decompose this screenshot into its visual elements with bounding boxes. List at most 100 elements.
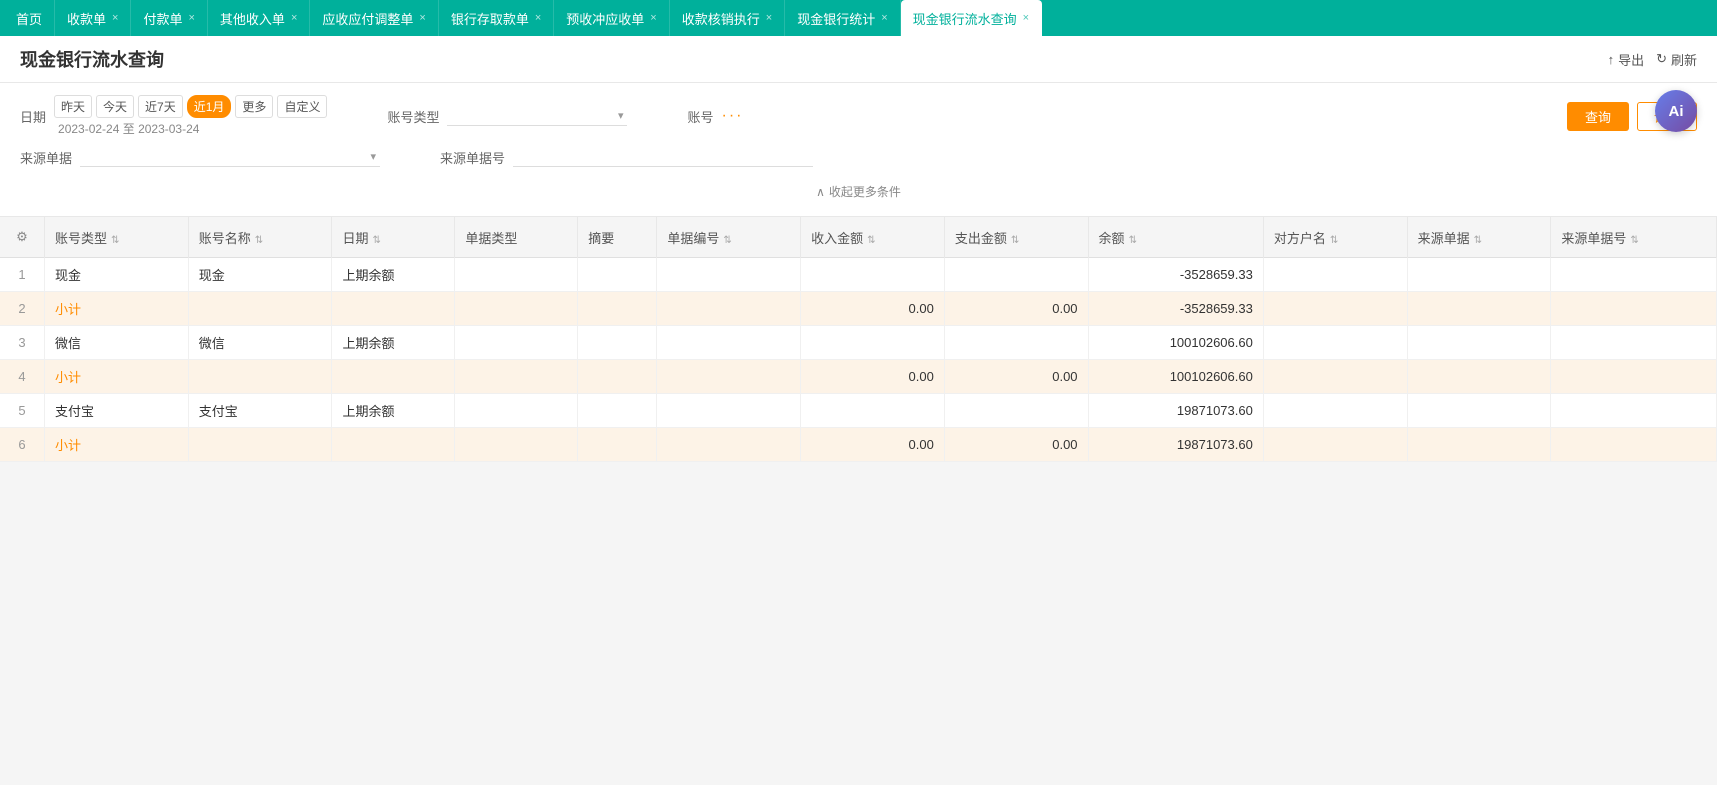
cell-doc-type bbox=[455, 428, 578, 462]
export-button[interactable]: ↑ 导出 bbox=[1608, 50, 1645, 69]
nav-adjustment[interactable]: 应收应付调整单 × bbox=[310, 0, 438, 36]
table-row: 3微信微信上期余额100102606.60 bbox=[0, 326, 1717, 360]
cell-account-name: 支付宝 bbox=[188, 394, 332, 428]
table-col-expense[interactable]: 支出金额⇅ bbox=[944, 217, 1088, 258]
cell-date: 上期余额 bbox=[332, 394, 455, 428]
collapse-bar[interactable]: ∧ 收起更多条件 bbox=[20, 177, 1697, 204]
nav-cash-stats[interactable]: 现金银行统计 × bbox=[785, 0, 900, 36]
cell-account-name bbox=[188, 428, 332, 462]
close-icon[interactable]: × bbox=[291, 12, 297, 24]
source-doc-num-filter-group: 来源单据号 bbox=[440, 147, 813, 167]
close-icon[interactable]: × bbox=[650, 12, 656, 24]
table-col-doc-no[interactable]: 单据编号⇅ bbox=[657, 217, 801, 258]
cell-doc-type bbox=[455, 292, 578, 326]
cell-source-doc bbox=[1407, 394, 1551, 428]
cell-income bbox=[801, 326, 945, 360]
source-doc-filter-group: 来源单据 ▾ bbox=[20, 147, 380, 167]
cell-source-doc bbox=[1407, 326, 1551, 360]
chevron-up-icon: ∧ bbox=[816, 185, 825, 199]
table-col-counterpart[interactable]: 对方户名⇅ bbox=[1263, 217, 1407, 258]
date-custom[interactable]: 自定义 bbox=[277, 95, 327, 118]
cell-source-doc-no bbox=[1551, 292, 1717, 326]
table-col-income[interactable]: 收入金额⇅ bbox=[801, 217, 945, 258]
table-col-account-name[interactable]: 账号名称⇅ bbox=[188, 217, 332, 258]
sort-icon: ⇅ bbox=[1011, 235, 1019, 246]
date-today[interactable]: 今天 bbox=[96, 95, 134, 118]
nav-receipt[interactable]: 收款单 × bbox=[55, 0, 131, 36]
cell-summary bbox=[578, 428, 657, 462]
table-row: 1现金现金上期余额-3528659.33 bbox=[0, 258, 1717, 292]
close-icon[interactable]: × bbox=[766, 12, 772, 24]
page-title: 现金银行流水查询 bbox=[20, 46, 164, 72]
cell-doc-type bbox=[455, 360, 578, 394]
cell-balance: 100102606.60 bbox=[1088, 326, 1263, 360]
page-header: 现金银行流水查询 ↑ 导出 ↻ 刷新 bbox=[0, 36, 1717, 83]
table-col-balance[interactable]: 余额⇅ bbox=[1088, 217, 1263, 258]
cell-balance: 19871073.60 bbox=[1088, 428, 1263, 462]
account-type-select[interactable]: 现金 微信 支付宝 bbox=[447, 106, 627, 125]
nav-bank-deposit[interactable]: 银行存取款单 × bbox=[439, 0, 554, 36]
close-icon[interactable]: × bbox=[881, 12, 887, 24]
cell-source-doc bbox=[1407, 360, 1551, 394]
cell-summary bbox=[578, 394, 657, 428]
filter-row-1: 日期 昨天 今天 近7天 近1月 更多 自定义 2023-02-24 至 202… bbox=[20, 95, 1697, 137]
account-type-select-wrapper[interactable]: 现金 微信 支付宝 ▾ bbox=[447, 106, 627, 126]
row-number: 5 bbox=[0, 394, 45, 428]
cell-account-type: 微信 bbox=[45, 326, 189, 360]
cell-account-name bbox=[188, 360, 332, 394]
cell-source-doc-no bbox=[1551, 394, 1717, 428]
nav-home[interactable]: 首页 bbox=[4, 0, 55, 36]
date-yesterday[interactable]: 昨天 bbox=[54, 95, 92, 118]
table-col-date[interactable]: 日期⇅ bbox=[332, 217, 455, 258]
top-nav: 首页 收款单 × 付款单 × 其他收入单 × 应收应付调整单 × 银行存取款单 … bbox=[0, 0, 1717, 36]
nav-other-income[interactable]: 其他收入单 × bbox=[208, 0, 310, 36]
date-more[interactable]: 更多 bbox=[235, 95, 273, 118]
cell-account-type: 现金 bbox=[45, 258, 189, 292]
cell-source-doc bbox=[1407, 258, 1551, 292]
query-button[interactable]: 查询 bbox=[1567, 102, 1629, 131]
nav-cash-flow[interactable]: 现金银行流水查询 × bbox=[901, 0, 1042, 36]
table-container: ⚙ 账号类型⇅ 账号名称⇅ 日期⇅ 单据类型 摘要 单据编号⇅ 收入金额⇅ bbox=[0, 217, 1717, 462]
cell-date bbox=[332, 360, 455, 394]
source-doc-select[interactable] bbox=[80, 147, 380, 166]
source-doc-select-wrapper[interactable]: ▾ bbox=[80, 147, 380, 167]
cell-income bbox=[801, 394, 945, 428]
cell-balance: -3528659.33 bbox=[1088, 292, 1263, 326]
cell-doc-type bbox=[455, 394, 578, 428]
close-icon[interactable]: × bbox=[419, 12, 425, 24]
cell-doc-type bbox=[455, 326, 578, 360]
date-1month[interactable]: 近1月 bbox=[187, 95, 232, 118]
sort-icon: ⇅ bbox=[1474, 235, 1482, 246]
nav-payment[interactable]: 付款单 × bbox=[131, 0, 207, 36]
source-doc-num-input[interactable] bbox=[513, 147, 813, 167]
cell-account-name bbox=[188, 292, 332, 326]
table-col-source-doc[interactable]: 来源单据⇅ bbox=[1407, 217, 1551, 258]
header-actions: ↑ 导出 ↻ 刷新 bbox=[1608, 50, 1697, 69]
table-header-row: ⚙ 账号类型⇅ 账号名称⇅ 日期⇅ 单据类型 摘要 单据编号⇅ 收入金额⇅ bbox=[0, 217, 1717, 258]
cell-expense: 0.00 bbox=[944, 360, 1088, 394]
account-dots-button[interactable]: ··· bbox=[721, 107, 743, 125]
nav-verify[interactable]: 收款核销执行 × bbox=[670, 0, 785, 36]
cell-counterpart bbox=[1263, 326, 1407, 360]
close-icon[interactable]: × bbox=[1023, 12, 1029, 24]
date-7days[interactable]: 近7天 bbox=[138, 95, 183, 118]
account-type-label: 账号类型 bbox=[387, 107, 439, 126]
cell-date: 上期余额 bbox=[332, 258, 455, 292]
account-filter-group: 账号 ··· bbox=[687, 107, 743, 126]
refresh-button[interactable]: ↻ 刷新 bbox=[1656, 50, 1697, 69]
ai-badge[interactable]: Ai bbox=[1655, 90, 1697, 132]
table-row: 4小计0.000.00100102606.60 bbox=[0, 360, 1717, 394]
cell-date bbox=[332, 292, 455, 326]
gear-icon[interactable]: ⚙ bbox=[10, 225, 34, 249]
table-col-source-doc-no[interactable]: 来源单据号⇅ bbox=[1551, 217, 1717, 258]
close-icon[interactable]: × bbox=[188, 12, 194, 24]
nav-advance[interactable]: 预收冲应收单 × bbox=[554, 0, 669, 36]
cell-income: 0.00 bbox=[801, 292, 945, 326]
cell-summary bbox=[578, 258, 657, 292]
cell-doc-no bbox=[657, 326, 801, 360]
close-icon[interactable]: × bbox=[535, 12, 541, 24]
table-col-account-type[interactable]: 账号类型⇅ bbox=[45, 217, 189, 258]
close-icon[interactable]: × bbox=[112, 12, 118, 24]
cell-source-doc-no bbox=[1551, 360, 1717, 394]
cell-account-name: 微信 bbox=[188, 326, 332, 360]
